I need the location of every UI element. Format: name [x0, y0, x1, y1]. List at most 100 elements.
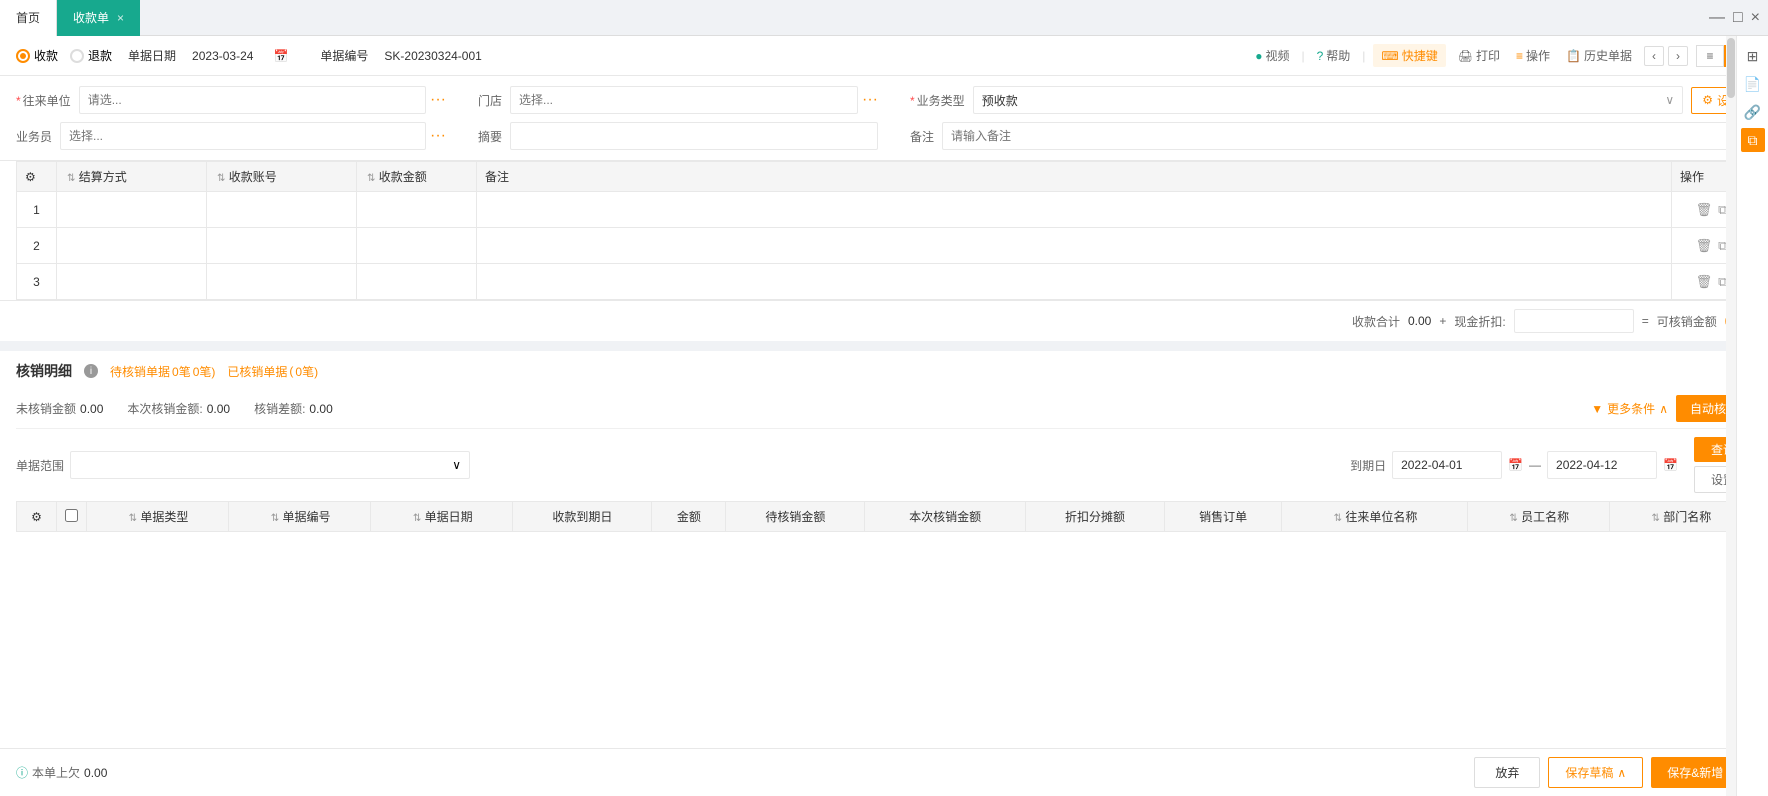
bth-current: 本次核销金额 — [865, 502, 1026, 532]
discount-input[interactable] — [1514, 309, 1634, 333]
salesperson-more-icon[interactable]: ··· — [430, 127, 446, 145]
footer-info-icon[interactable]: ⓘ — [16, 764, 28, 781]
range-select[interactable]: ∨ — [70, 451, 470, 479]
operate-btn[interactable]: ≡ 操作 — [1512, 45, 1554, 66]
bth-due: 收款到期日 — [513, 502, 652, 532]
summary-input[interactable] — [510, 122, 878, 150]
party-input[interactable] — [79, 86, 426, 114]
th-gear[interactable]: ⚙ — [17, 162, 57, 192]
table-row: 1 🗑 ⧉ — [17, 192, 1752, 228]
maximize-icon[interactable]: □ — [1733, 9, 1743, 27]
calendar-icon[interactable]: 📅 — [273, 49, 288, 63]
store-field: 门店 ··· — [478, 86, 878, 114]
more-conditions-btn[interactable]: ▼ 更多条件 ∧ — [1591, 400, 1668, 417]
tab-receipt[interactable]: 收款单 × — [57, 0, 140, 36]
store-input[interactable] — [510, 86, 858, 114]
biz-type-select[interactable]: 预收款 ∨ — [973, 86, 1684, 114]
tab-close-icon[interactable]: × — [117, 11, 124, 25]
shortcut-label: 快捷键 — [1402, 47, 1438, 64]
row-3-account[interactable] — [207, 264, 357, 300]
row-3-remark[interactable] — [477, 264, 1672, 300]
prev-arrow[interactable]: ‹ — [1644, 46, 1664, 66]
unverified-value: 0.00 — [80, 402, 103, 416]
row-1-settle[interactable] — [57, 192, 207, 228]
row-2-account[interactable] — [207, 228, 357, 264]
sort-icon-staff: ⇅ — [1509, 513, 1517, 524]
radio-refund[interactable]: 退款 — [70, 47, 112, 64]
remark-input[interactable] — [942, 122, 1752, 150]
bth-sales: 销售订单 — [1164, 502, 1281, 532]
row-2-settle[interactable] — [57, 228, 207, 264]
row-1-amount[interactable] — [357, 192, 477, 228]
help-btn[interactable]: ? 帮助 — [1313, 45, 1355, 66]
close-window-icon[interactable]: × — [1751, 9, 1760, 27]
bth-pending-label: 待核销金额 — [765, 510, 825, 524]
th-settle: ⇅ 结算方式 — [57, 162, 207, 192]
row-2-delete-icon[interactable]: 🗑 — [1696, 238, 1713, 254]
bth-gear[interactable]: ⚙ — [17, 502, 57, 532]
sort-icon-type: ⇅ — [129, 513, 137, 524]
biz-type-field: 业务类型 预收款 ∨ ⚙ 设置 — [910, 86, 1752, 114]
row-2-amount[interactable] — [357, 228, 477, 264]
save-draft-btn[interactable]: 保存草稿 ∧ — [1548, 757, 1643, 788]
party-more-icon[interactable]: ··· — [430, 91, 446, 109]
writeoff-info-icon[interactable]: i — [84, 364, 98, 378]
discard-btn[interactable]: 放弃 — [1474, 757, 1540, 788]
minimize-icon[interactable]: — — [1709, 9, 1725, 27]
right-sidebar: ⊞ 📄 🔗 ⧉ — [1736, 36, 1768, 796]
range-select-arrow: ∨ — [452, 458, 461, 472]
writeoff-stats: 未核销金额 0.00 本次核销金额: 0.00 核销差额: 0.00 — [16, 394, 333, 423]
scrollbar-thumb[interactable] — [1727, 38, 1735, 98]
store-more-icon[interactable]: ··· — [862, 91, 878, 109]
bth-date-label: 单据日期 — [425, 510, 473, 524]
tab-receipt-label: 收款单 — [73, 9, 109, 26]
next-arrow[interactable]: › — [1668, 46, 1688, 66]
row-3-settle[interactable] — [57, 264, 207, 300]
tab-home[interactable]: 首页 — [0, 0, 57, 36]
date-from-input[interactable] — [1392, 451, 1502, 479]
settings-gear-icon: ⚙ — [1702, 93, 1713, 107]
print-btn[interactable]: 🖨 打印 — [1454, 45, 1504, 66]
th-account: ⇅ 收款账号 — [207, 162, 357, 192]
th-amount-label: 收款金额 — [379, 170, 427, 184]
btable-gear-icon: ⚙ — [31, 510, 42, 524]
row-1-account[interactable] — [207, 192, 357, 228]
history-icon: 📋 — [1566, 49, 1581, 63]
calendar-to-icon[interactable]: 📅 — [1663, 458, 1678, 472]
sidebar-doc-icon[interactable]: 📄 — [1741, 72, 1765, 96]
tab-bar: 首页 收款单 × — □ × — [0, 0, 1768, 36]
date-separator: — — [1529, 458, 1541, 472]
form-section: 往来单位 ··· 门店 ··· 业务类型 预收款 ∨ ⚙ — [0, 76, 1768, 161]
history-btn[interactable]: 📋 历史单据 — [1562, 45, 1636, 66]
row-1-remark[interactable] — [477, 192, 1672, 228]
bth-discount-label: 折扣分摊额 — [1065, 510, 1125, 524]
radio-receive[interactable]: 收款 — [16, 47, 58, 64]
shortcut-btn[interactable]: ⌨ 快捷键 — [1373, 44, 1445, 67]
row-3-amount[interactable] — [357, 264, 477, 300]
select-all-checkbox[interactable] — [65, 509, 78, 522]
sidebar-active-icon[interactable]: ⧉ — [1741, 128, 1765, 152]
bth-sales-label: 销售订单 — [1199, 510, 1247, 524]
pending-tab-link[interactable]: 待核销单据 0笔 0笔) — [110, 363, 215, 380]
doc-no-value: SK-20230324-001 — [384, 49, 481, 63]
sidebar-table-icon[interactable]: ⊞ — [1741, 44, 1765, 68]
list-view-btn[interactable]: ≡ — [1696, 45, 1724, 67]
total-label: 收款合计 — [1352, 313, 1400, 330]
row-1-delete-icon[interactable]: 🗑 — [1696, 202, 1713, 218]
video-btn[interactable]: ● 视频 — [1251, 45, 1293, 66]
salesperson-input[interactable] — [60, 122, 426, 150]
current-label: 本次核销金额: — [127, 400, 202, 417]
row-3-delete-icon[interactable]: 🗑 — [1696, 274, 1713, 290]
row-2-remark[interactable] — [477, 228, 1672, 264]
th-amount: ⇅ 收款金额 — [357, 162, 477, 192]
done-tab-link[interactable]: 已核销单据 ( 0笔) — [227, 363, 318, 380]
help-icon: ? — [1317, 49, 1324, 63]
bth-checkbox[interactable] — [57, 502, 87, 532]
party-label: 往来单位 — [16, 92, 71, 109]
radio-receive-dot — [16, 49, 30, 63]
operate-label: 操作 — [1526, 47, 1550, 64]
calendar-from-icon[interactable]: 📅 — [1508, 458, 1523, 472]
date-to-input[interactable] — [1547, 451, 1657, 479]
sidebar-attach-icon[interactable]: 🔗 — [1741, 100, 1765, 124]
done-count-val: 0笔) — [295, 363, 318, 380]
